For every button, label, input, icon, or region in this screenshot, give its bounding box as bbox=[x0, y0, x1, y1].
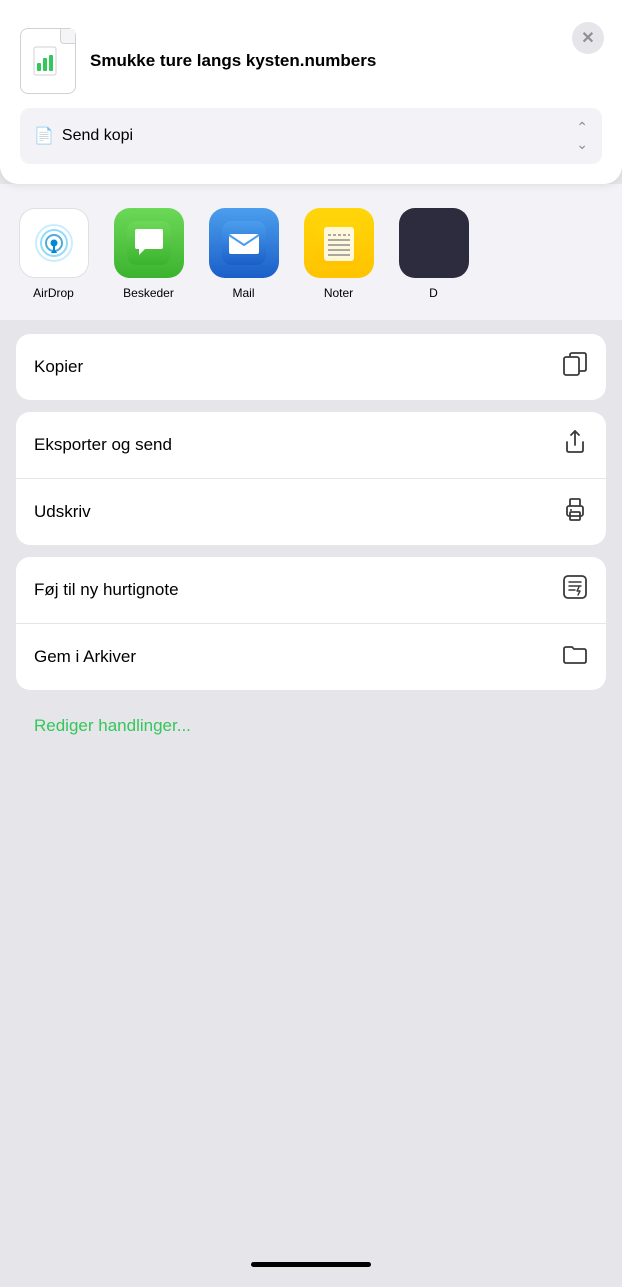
dark-label: D bbox=[429, 286, 438, 300]
rediger-handlinger-link[interactable]: Rediger handlinger... bbox=[16, 702, 606, 736]
beskeder-app-icon bbox=[114, 208, 184, 278]
airdrop-app-icon bbox=[19, 208, 89, 278]
copy-icon bbox=[562, 351, 588, 383]
app-item-airdrop[interactable]: AirDrop bbox=[16, 208, 91, 300]
quicknote-icon bbox=[562, 574, 588, 606]
airdrop-label: AirDrop bbox=[33, 286, 74, 300]
mail-label: Mail bbox=[232, 286, 254, 300]
action-group-2: Eksporter og send Udskriv bbox=[16, 412, 606, 545]
udskriv-label: Udskriv bbox=[34, 502, 91, 522]
send-kopi-left: 📄 Send kopi bbox=[34, 126, 133, 146]
document-icon: 📄 bbox=[34, 126, 54, 146]
kopier-label: Kopier bbox=[34, 357, 83, 377]
action-section: Kopier Eksporter og send Udskriv bbox=[0, 334, 622, 736]
eksporter-item[interactable]: Eksporter og send bbox=[16, 412, 606, 479]
noter-app-icon bbox=[304, 208, 374, 278]
eksporter-label: Eksporter og send bbox=[34, 435, 172, 455]
chevron-updown-icon: ⌃⌄ bbox=[576, 119, 588, 153]
udskriv-item[interactable]: Udskriv bbox=[16, 479, 606, 545]
file-header: Smukke ture langs kysten.numbers bbox=[20, 28, 602, 94]
action-group-3: Føj til ny hurtignote Gem i Arkiver bbox=[16, 557, 606, 690]
app-row: AirDrop Beskeder bbox=[16, 208, 622, 300]
app-item-beskeder[interactable]: Beskeder bbox=[111, 208, 186, 300]
noter-label: Noter bbox=[324, 286, 353, 300]
print-icon bbox=[562, 496, 588, 528]
file-icon bbox=[20, 28, 76, 94]
beskeder-label: Beskeder bbox=[123, 286, 174, 300]
arkiver-label: Gem i Arkiver bbox=[34, 647, 136, 667]
top-card: Smukke ture langs kysten.numbers ✕ 📄 Sen… bbox=[0, 0, 622, 184]
app-item-dark[interactable]: D bbox=[396, 208, 471, 300]
arkiver-item[interactable]: Gem i Arkiver bbox=[16, 624, 606, 690]
file-title: Smukke ture langs kysten.numbers bbox=[90, 50, 602, 72]
archive-icon bbox=[562, 641, 588, 673]
hurtignote-label: Føj til ny hurtignote bbox=[34, 580, 179, 600]
dark-app-icon bbox=[399, 208, 469, 278]
send-kopi-label: Send kopi bbox=[62, 127, 133, 145]
app-item-noter[interactable]: Noter bbox=[301, 208, 376, 300]
export-icon bbox=[562, 429, 588, 461]
send-kopi-button[interactable]: 📄 Send kopi ⌃⌄ bbox=[20, 108, 602, 164]
hurtignote-item[interactable]: Føj til ny hurtignote bbox=[16, 557, 606, 624]
mail-app-icon bbox=[209, 208, 279, 278]
kopier-item[interactable]: Kopier bbox=[16, 334, 606, 400]
action-group-1: Kopier bbox=[16, 334, 606, 400]
home-indicator bbox=[251, 1262, 371, 1267]
app-row-section: AirDrop Beskeder bbox=[0, 184, 622, 320]
close-button[interactable]: ✕ bbox=[572, 22, 604, 54]
rediger-handlinger-label: Rediger handlinger... bbox=[34, 716, 191, 735]
app-item-mail[interactable]: Mail bbox=[206, 208, 281, 300]
close-icon: ✕ bbox=[581, 28, 594, 48]
